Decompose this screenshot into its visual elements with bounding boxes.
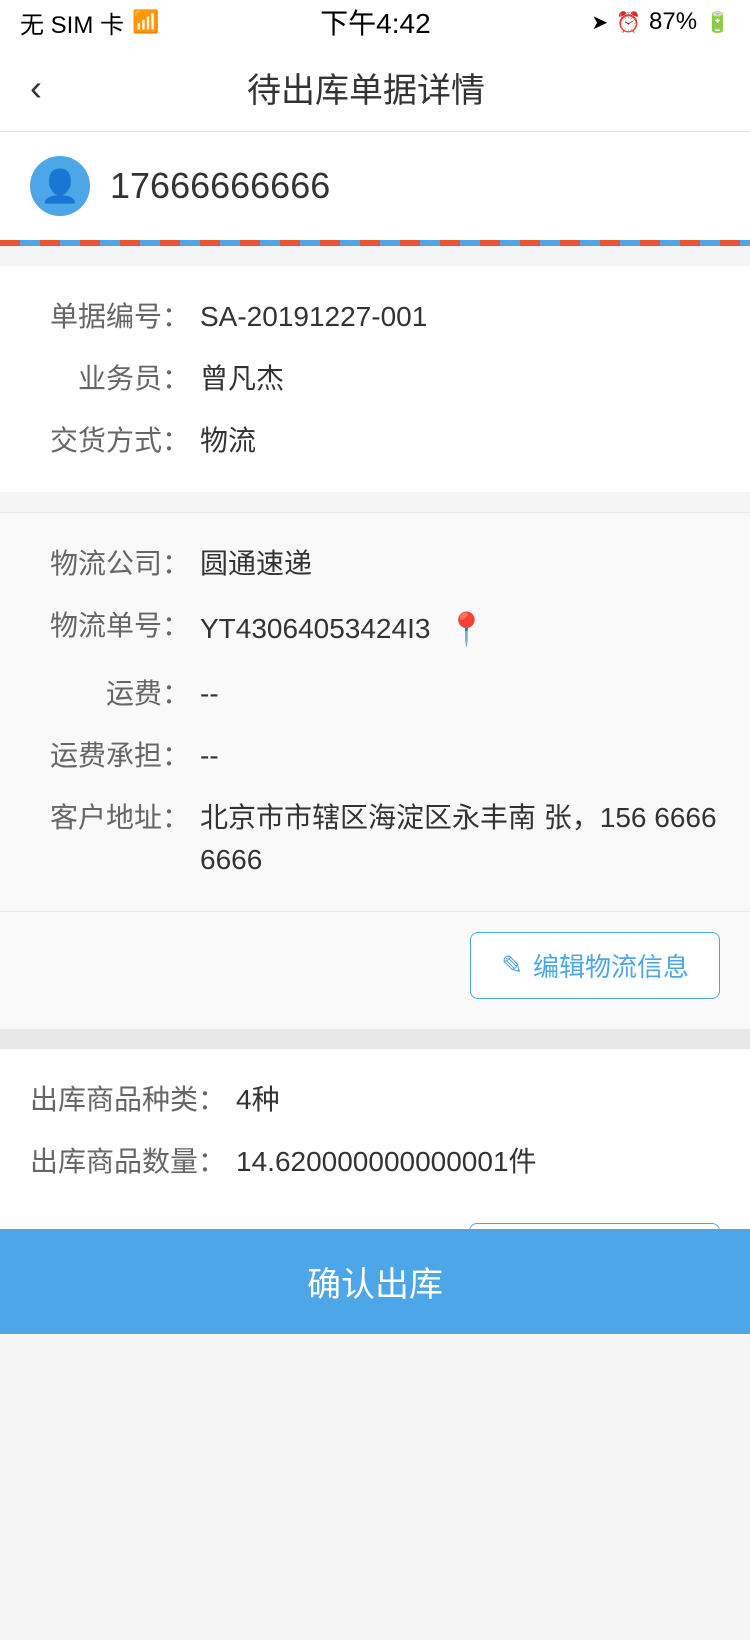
logistics-tracking-value: YT43064053424I3 xyxy=(200,608,430,650)
document-number-row: 单据编号： SA-20191227-001 xyxy=(30,296,720,338)
freight-bearer-label: 运费承担： xyxy=(30,735,190,777)
goods-quantity-label: 出库商品数量： xyxy=(30,1141,226,1183)
location-status-icon: ➤ xyxy=(591,10,608,35)
confirm-btn-area: 确认出库 xyxy=(0,1229,750,1334)
logistics-company-row: 物流公司： 圆通速递 xyxy=(30,543,720,585)
salesperson-label: 业务员： xyxy=(30,358,190,400)
back-button[interactable]: ‹ xyxy=(30,67,42,109)
freight-label: 运费： xyxy=(30,673,190,715)
goods-type-value: 4种 xyxy=(236,1079,720,1121)
customer-phone: 17666666666 xyxy=(110,165,330,207)
status-right: ➤ ⏰ 87% 🔋 xyxy=(591,8,730,36)
wifi-icon: 📶 xyxy=(132,9,159,35)
salesperson-row: 业务员： 曾凡杰 xyxy=(30,358,720,400)
freight-bearer-value: -- xyxy=(200,735,720,777)
goods-quantity-row: 出库商品数量： 14.620000000000001件 xyxy=(30,1141,720,1183)
document-number-label: 单据编号： xyxy=(30,296,190,338)
customer-header: 👤 17666666666 xyxy=(0,132,750,240)
delivery-method-row: 交货方式： 物流 xyxy=(30,420,720,462)
freight-value: -- xyxy=(200,673,720,715)
status-bar: 无 SIM 卡 📶 下午4:42 ➤ ⏰ 87% 🔋 xyxy=(0,0,750,44)
confirm-outbound-button[interactable]: 确认出库 xyxy=(0,1257,750,1306)
nav-bar: ‹ 待出库单据详情 xyxy=(0,44,750,132)
address-label: 客户地址： xyxy=(30,797,190,839)
goods-type-label: 出库商品种类： xyxy=(30,1079,226,1121)
freight-row: 运费： -- xyxy=(30,673,720,715)
status-time: 下午4:42 xyxy=(320,2,431,42)
logistics-tracking-value-wrapper: YT43064053424I3 📍 xyxy=(200,605,486,653)
goods-quantity-value: 14.620000000000001件 xyxy=(236,1141,720,1183)
delivery-method-label: 交货方式： xyxy=(30,420,190,462)
freight-bearer-row: 运费承担： -- xyxy=(30,735,720,777)
alarm-icon: ⏰ xyxy=(616,10,641,35)
battery-icon: 🔋 xyxy=(705,10,730,35)
goods-section: 出库商品种类： 4种 出库商品数量： 14.620000000000001件 xyxy=(0,1049,750,1213)
battery-text: 87% xyxy=(649,8,697,36)
logistics-company-label: 物流公司： xyxy=(30,543,190,585)
status-left: 无 SIM 卡 📶 xyxy=(20,5,159,40)
document-info-section: 单据编号： SA-20191227-001 业务员： 曾凡杰 交货方式： 物流 xyxy=(0,266,750,492)
address-row: 客户地址： 北京市市辖区海淀区永丰南 张，156 6666 6666 xyxy=(30,797,720,881)
carrier-text: 无 SIM 卡 xyxy=(20,5,124,40)
page-title: 待出库单据详情 xyxy=(62,63,670,112)
document-number-value: SA-20191227-001 xyxy=(200,296,720,338)
goods-type-row: 出库商品种类： 4种 xyxy=(30,1079,720,1121)
edit-btn-row: ✎ 编辑物流信息 xyxy=(0,912,750,1029)
edit-icon: ✎ xyxy=(501,950,523,981)
salesperson-value: 曾凡杰 xyxy=(200,358,720,400)
edit-logistics-button[interactable]: ✎ 编辑物流信息 xyxy=(470,932,720,999)
logistics-tracking-row: 物流单号： YT43064053424I3 📍 xyxy=(30,605,720,653)
logistics-section: 物流公司： 圆通速递 物流单号： YT43064053424I3 📍 运费： -… xyxy=(0,512,750,912)
logistics-company-value: 圆通速递 xyxy=(200,543,720,585)
bottom-spacer xyxy=(0,1320,750,1520)
logistics-tracking-label: 物流单号： xyxy=(30,605,190,647)
address-value: 北京市市辖区海淀区永丰南 张，156 6666 6666 xyxy=(200,797,720,881)
delivery-method-value: 物流 xyxy=(200,420,720,462)
avatar-icon: 👤 xyxy=(40,167,80,205)
avatar: 👤 xyxy=(30,156,90,216)
edit-btn-label: 编辑物流信息 xyxy=(533,947,689,984)
location-icon[interactable]: 📍 xyxy=(446,605,486,653)
section-divider xyxy=(0,1029,750,1049)
dashed-divider xyxy=(0,240,750,246)
